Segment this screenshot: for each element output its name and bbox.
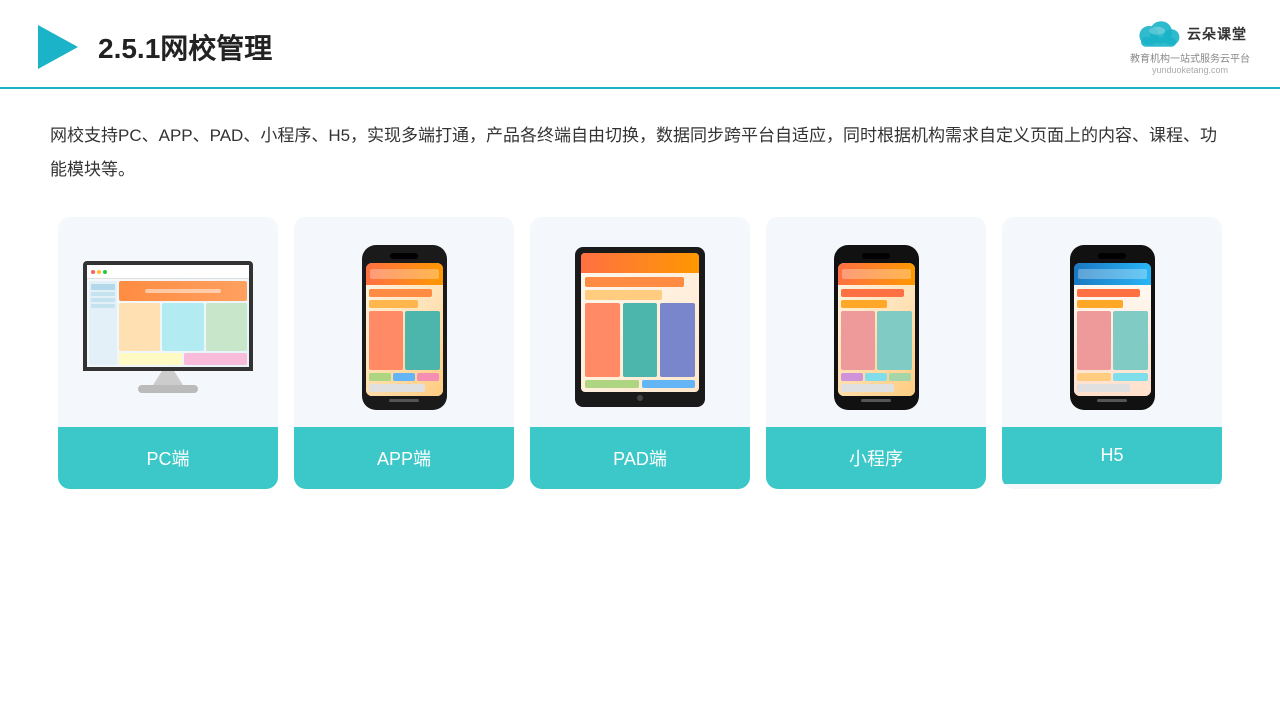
header-left: 2.5.1网校管理 [30, 21, 272, 73]
phone-app [362, 245, 447, 410]
tablet-body [575, 247, 705, 407]
card-miniprogram: 小程序 [766, 217, 986, 489]
phone-screen-mini [838, 263, 915, 396]
cards-container: PC端 [50, 217, 1230, 489]
pc-monitor [83, 261, 253, 393]
cloud-logo-icon [1133, 18, 1181, 50]
card-image-miniprogram [766, 217, 986, 427]
card-pad: PAD端 [530, 217, 750, 489]
card-label-h5: H5 [1002, 427, 1222, 484]
card-image-pc [58, 217, 278, 427]
logo-main-text: 云朵课堂 [1187, 24, 1247, 44]
card-label-pad: PAD端 [530, 427, 750, 489]
phone-mini [834, 245, 919, 410]
card-image-pad [530, 217, 750, 427]
logo-cloud: 云朵课堂 [1133, 18, 1247, 50]
header: 2.5.1网校管理 云朵课堂 教育机构一站式服务云平台 yunduoketang… [0, 0, 1280, 89]
card-image-app [294, 217, 514, 427]
phone-home-bar [389, 399, 419, 402]
card-app: APP端 [294, 217, 514, 489]
monitor-screen [83, 261, 253, 371]
tablet-screen [581, 253, 699, 392]
phone-notch [390, 253, 418, 259]
card-label-miniprogram: 小程序 [766, 427, 986, 489]
phone-screen-app [366, 263, 443, 396]
logo-url: yunduoketang.com [1152, 65, 1228, 75]
description-text: 网校支持PC、APP、PAD、小程序、H5，实现多端打通，产品各终端自由切换，数… [50, 119, 1230, 187]
phone-screen-h5 [1074, 263, 1151, 396]
card-label-app: APP端 [294, 427, 514, 489]
logo-area: 云朵课堂 教育机构一站式服务云平台 yunduoketang.com [1130, 18, 1250, 75]
card-h5: H5 [1002, 217, 1222, 489]
tablet-device [575, 247, 705, 407]
phone-body-mini [834, 245, 919, 410]
card-image-h5 [1002, 217, 1222, 427]
play-icon [30, 21, 82, 73]
page-title: 2.5.1网校管理 [98, 27, 272, 67]
phone-body-h5 [1070, 245, 1155, 410]
phone-h5 [1070, 245, 1155, 410]
card-pc: PC端 [58, 217, 278, 489]
main-content: 网校支持PC、APP、PAD、小程序、H5，实现多端打通，产品各终端自由切换，数… [0, 89, 1280, 509]
logo-subtitle: 教育机构一站式服务云平台 [1130, 50, 1250, 65]
phone-body-app [362, 245, 447, 410]
tablet-camera [637, 395, 643, 401]
card-label-pc: PC端 [58, 427, 278, 489]
